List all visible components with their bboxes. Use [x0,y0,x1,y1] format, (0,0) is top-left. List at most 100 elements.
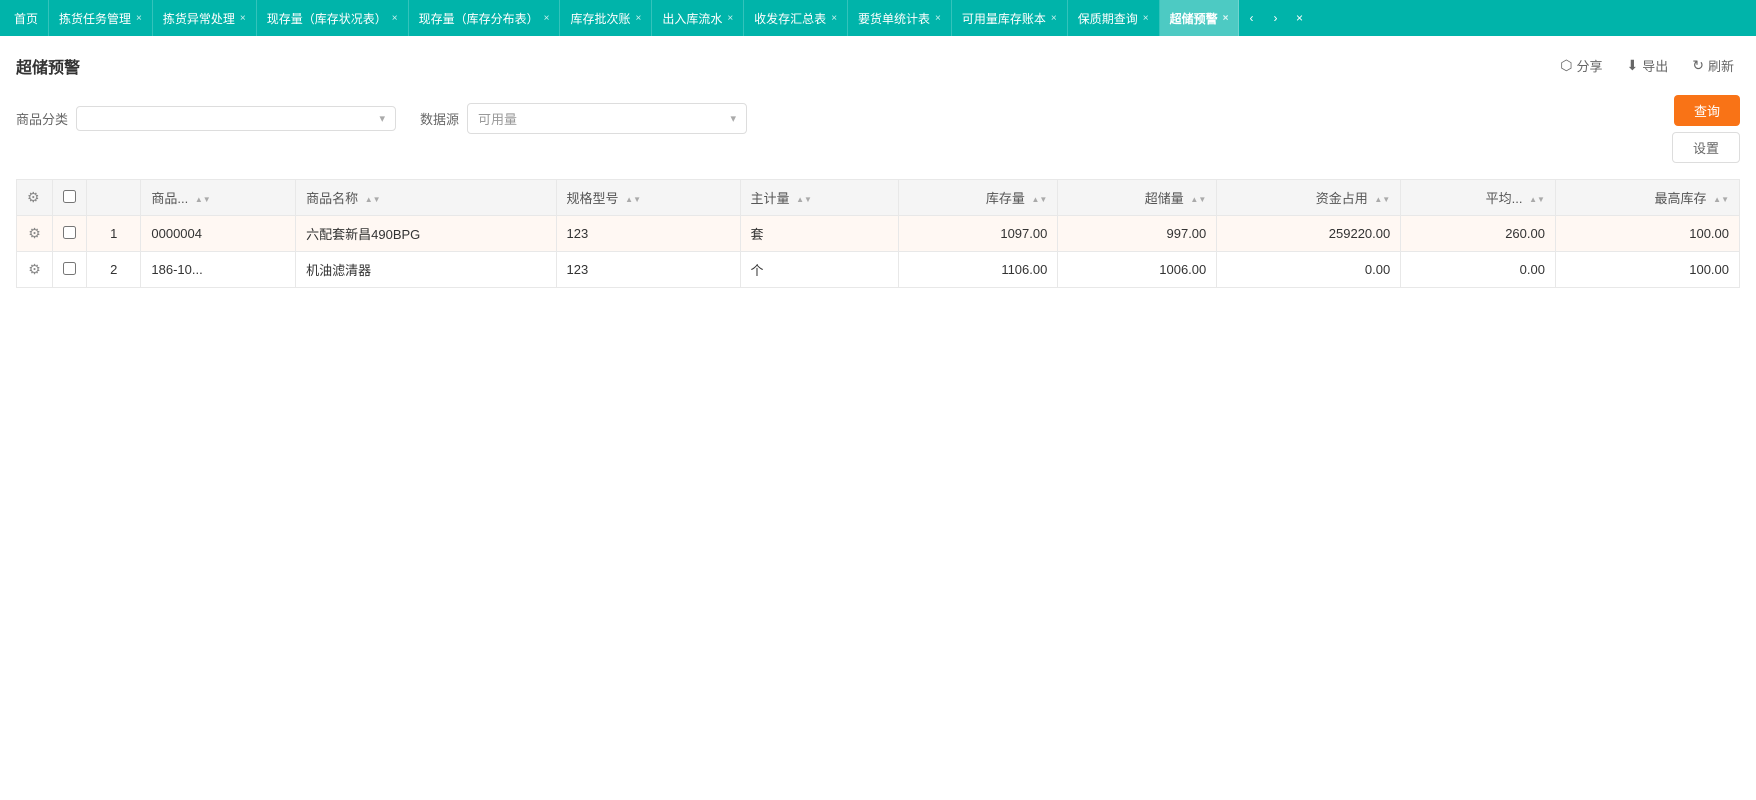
nav-tab-abnormal[interactable]: 拣货异常处理 × [153,0,257,36]
table-row: ⚙10000004六配套新昌490BPG123套1097.00997.00259… [17,216,1740,252]
query-button[interactable]: 查询 [1674,95,1740,126]
close-tab-inout-flow[interactable]: × [727,13,733,24]
settings-gear-icon[interactable]: ⚙ [27,189,40,205]
page-header: 超储预警 ⬡ 分享 ⬇ 导出 ↻ 刷新 [16,52,1740,79]
category-filter-group: 商品分类 ▾ [16,106,396,131]
header-actions: ⬡ 分享 ⬇ 导出 ↻ 刷新 [1554,52,1740,79]
capital-usage-cell: 259220.00 [1217,216,1401,252]
nav-tab-task-mgmt[interactable]: 拣货任务管理 × [49,0,153,36]
settings-cell: ⚙ [17,216,53,252]
share-button[interactable]: ⬡ 分享 [1554,52,1608,79]
datasource-filter-group: 数据源 可用量 ▾ [420,103,747,134]
th-avg[interactable]: 平均... ▲▼ [1401,180,1556,216]
nav-tab-collect-summary[interactable]: 收发存汇总表 × [744,0,848,36]
close-tab-order-stats[interactable]: × [935,13,941,24]
th-checkbox [53,180,87,216]
close-tab-available-stock[interactable]: × [1051,13,1057,24]
nav-tab-order-stats[interactable]: 要货单统计表 × [848,0,952,36]
page-title: 超储预警 [16,54,80,78]
datasource-dropdown-icon: ▾ [731,112,737,125]
nav-tab-shelf-life[interactable]: 保质期查询 × [1068,0,1160,36]
close-tab-collect-summary[interactable]: × [831,13,837,24]
refresh-button[interactable]: ↻ 刷新 [1686,52,1740,79]
sort-icon-product-name: ▲▼ [365,196,381,204]
export-icon: ⬇ [1627,57,1639,74]
capital-usage-cell: 0.00 [1217,252,1401,288]
close-tab-shelf-life[interactable]: × [1143,13,1149,24]
avg-cell: 0.00 [1401,252,1556,288]
refresh-icon: ↻ [1692,57,1704,74]
sort-icon-overstock: ▲▼ [1190,196,1206,204]
datasource-select[interactable]: 可用量 ▾ [467,103,747,134]
seq-cell: 2 [87,252,141,288]
product-code-cell: 186-10... [141,252,296,288]
th-seq [87,180,141,216]
table-row: ⚙2186-10...机油滤清器123个1106.001006.000.000.… [17,252,1740,288]
checkbox-cell [53,216,87,252]
sort-icon-spec: ▲▼ [625,196,641,204]
spec-cell: 123 [556,216,740,252]
th-spec[interactable]: 规格型号 ▲▼ [556,180,740,216]
sort-icon-unit: ▲▼ [796,196,812,204]
th-product-name[interactable]: 商品名称 ▲▼ [296,180,556,216]
sort-icon-stock: ▲▼ [1032,196,1048,204]
nav-tab-inventory-dist[interactable]: 现存量（库存分布表） × [409,0,561,36]
select-all-checkbox[interactable] [63,190,76,203]
close-tab-batch-account[interactable]: × [635,13,641,24]
datasource-label: 数据源 [420,109,459,128]
nav-tab-inout-flow[interactable]: 出入库流水 × [652,0,744,36]
max-stock-cell: 100.00 [1555,252,1739,288]
max-stock-cell: 100.00 [1555,216,1739,252]
share-icon: ⬡ [1560,57,1572,74]
nav-arrow-left[interactable]: ‹ [1239,0,1263,36]
close-tab-inventory-dist[interactable]: × [544,13,550,24]
nav-tab-available-stock[interactable]: 可用量库存账本 × [952,0,1068,36]
unit-cell: 套 [740,216,899,252]
nav-arrow-right[interactable]: › [1263,0,1287,36]
datasource-select-text: 可用量 [478,109,517,128]
category-dropdown-icon: ▾ [379,112,385,125]
close-tab-task-mgmt[interactable]: × [136,13,142,24]
data-table: ⚙ 商品... ▲▼ 商品名称 ▲▼ 规格型号 ▲▼ [16,179,1740,288]
page-container: 超储预警 ⬡ 分享 ⬇ 导出 ↻ 刷新 商品分类 ▾ [0,36,1756,800]
nav-tab-home[interactable]: 首页 [4,0,49,36]
nav-tab-batch-account[interactable]: 库存批次账 × [560,0,652,36]
close-tab-overstock-alert[interactable]: × [1223,13,1229,24]
avg-cell: 260.00 [1401,216,1556,252]
nav-arrow-close[interactable]: × [1287,0,1311,36]
product-name-cell: 六配套新昌490BPG [296,216,556,252]
th-capital-usage[interactable]: 资金占用 ▲▼ [1217,180,1401,216]
row-checkbox-2[interactable] [63,262,76,275]
overstock-cell: 997.00 [1058,216,1217,252]
table-header-row: ⚙ 商品... ▲▼ 商品名称 ▲▼ 规格型号 ▲▼ [17,180,1740,216]
overstock-cell: 1006.00 [1058,252,1217,288]
spec-cell: 123 [556,252,740,288]
close-tab-abnormal[interactable]: × [240,13,246,24]
th-stock[interactable]: 库存量 ▲▼ [899,180,1058,216]
sort-icon-avg: ▲▼ [1529,196,1545,204]
export-button[interactable]: ⬇ 导出 [1621,52,1675,79]
th-overstock[interactable]: 超储量 ▲▼ [1058,180,1217,216]
product-code-cell: 0000004 [141,216,296,252]
product-name-cell: 机油滤清器 [296,252,556,288]
checkbox-cell [53,252,87,288]
sort-icon-capital-usage: ▲▼ [1374,196,1390,204]
th-unit[interactable]: 主计量 ▲▼ [740,180,899,216]
settings-cell: ⚙ [17,252,53,288]
row-gear-icon[interactable]: ⚙ [28,225,41,241]
stock-cell: 1106.00 [899,252,1058,288]
nav-tab-inventory-status[interactable]: 现存量（库存状况表） × [257,0,409,36]
th-product-code[interactable]: 商品... ▲▼ [141,180,296,216]
top-navigation: 首页 拣货任务管理 × 拣货异常处理 × 现存量（库存状况表） × 现存量（库存… [0,0,1756,36]
unit-cell: 个 [740,252,899,288]
category-label: 商品分类 [16,109,68,128]
close-tab-inventory-status[interactable]: × [392,13,398,24]
row-checkbox-1[interactable] [63,226,76,239]
sort-icon-product-code: ▲▼ [195,196,211,204]
category-select[interactable]: ▾ [76,106,396,131]
seq-cell: 1 [87,216,141,252]
th-max-stock[interactable]: 最高库存 ▲▼ [1555,180,1739,216]
row-gear-icon[interactable]: ⚙ [28,261,41,277]
nav-tab-overstock-alert[interactable]: 超储预警 × [1160,0,1240,36]
settings-button[interactable]: 设置 [1672,132,1740,163]
